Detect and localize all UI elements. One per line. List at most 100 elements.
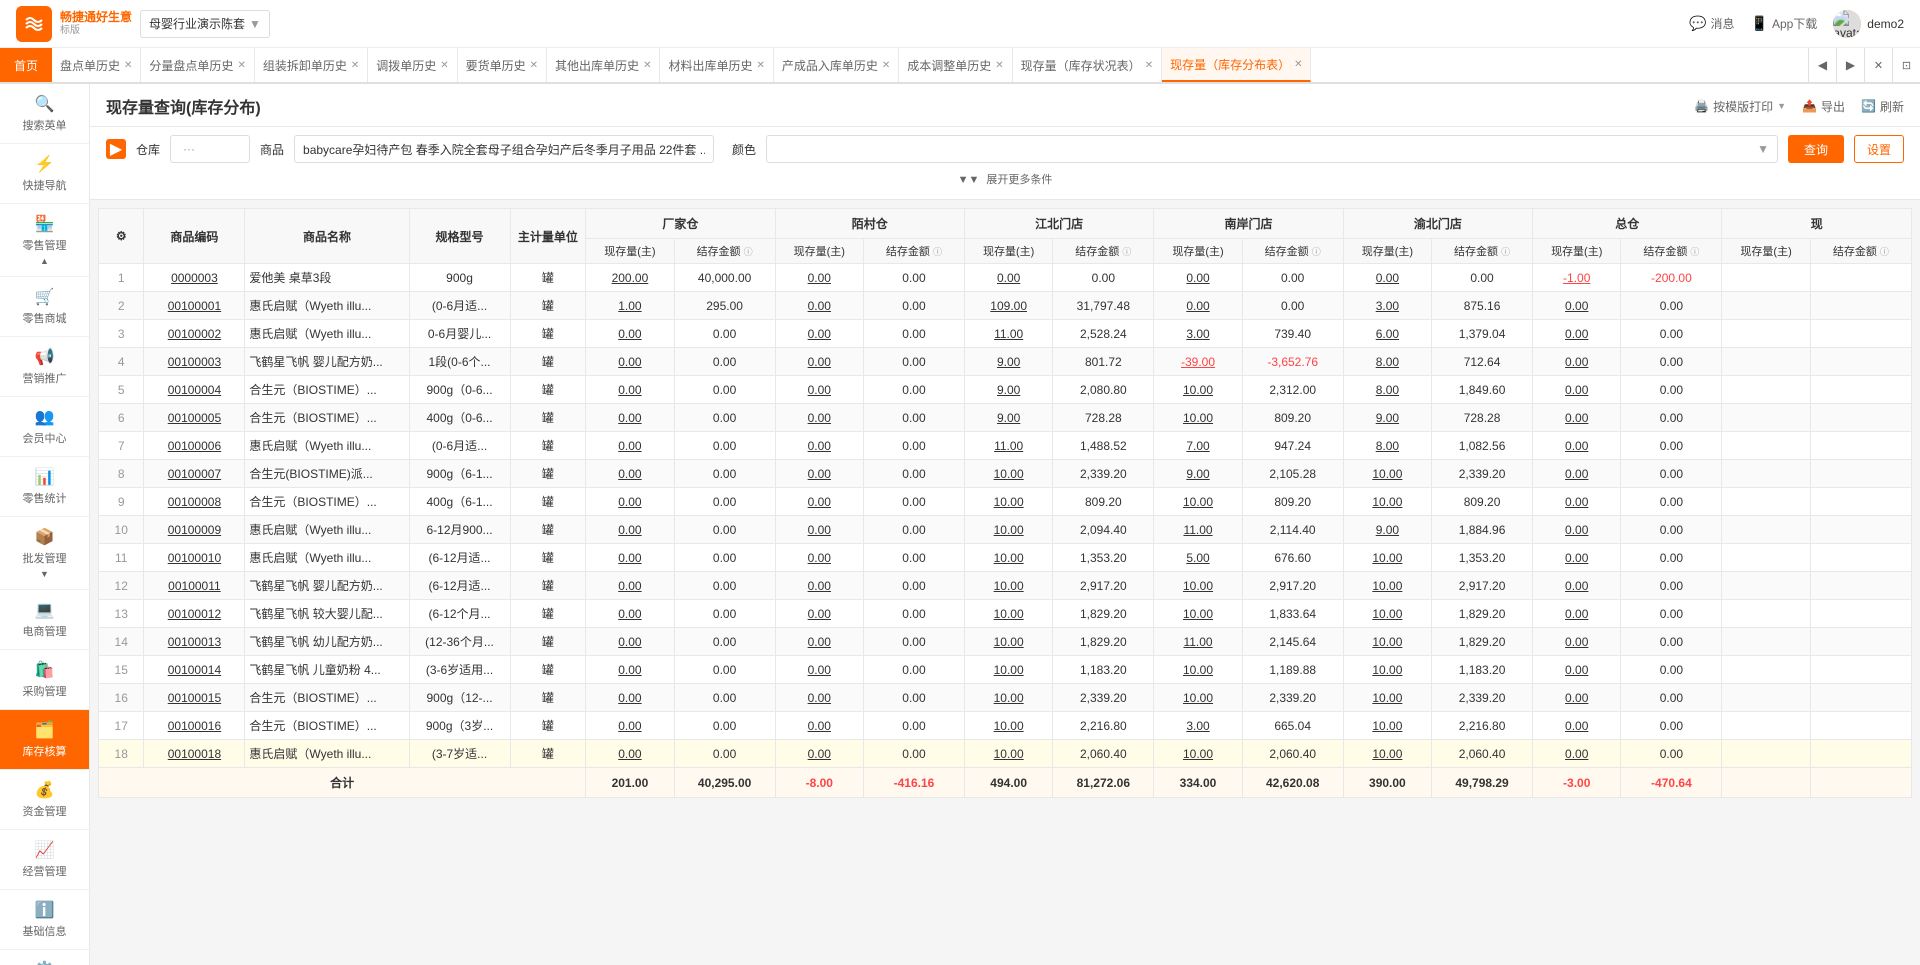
warehouse-select[interactable]: ··· xyxy=(170,135,250,163)
row-code[interactable]: 00100001 xyxy=(144,292,245,320)
tab-10-close[interactable]: ✕ xyxy=(1145,60,1153,71)
sidebar-item-basic[interactable]: ℹ️ 基础信息 xyxy=(0,890,89,950)
row-unit: 罐 xyxy=(510,516,586,544)
sidebar-item-retail[interactable]: 🏪 零售管理 ▲ xyxy=(0,204,89,277)
orange-collapse-arrow[interactable]: ▶ xyxy=(106,139,126,159)
row-code[interactable]: 00100011 xyxy=(144,572,245,600)
sidebar-item-marketing[interactable]: 📢 营销推广 xyxy=(0,337,89,397)
tab-1[interactable]: 盘点单历史 ✕ xyxy=(52,48,141,82)
row-code[interactable]: 00100009 xyxy=(144,516,245,544)
tab-9-close[interactable]: ✕ xyxy=(995,60,1003,71)
tab-1-close[interactable]: ✕ xyxy=(124,60,132,71)
tab-11-close[interactable]: ✕ xyxy=(1294,59,1302,70)
print-btn[interactable]: 🖨️ 按模版打印 ▼ xyxy=(1694,98,1786,115)
summary-jiangbeiAmt: 81,272.06 xyxy=(1053,768,1154,798)
sidebar-ops-label: 经营管理 xyxy=(23,863,67,879)
row-spec: 900g（0-6... xyxy=(409,376,510,404)
tab-next-arrow[interactable]: ▶ xyxy=(1836,48,1864,83)
row-code[interactable]: 00100003 xyxy=(144,348,245,376)
tab-7[interactable]: 材料出库单历史 ✕ xyxy=(660,48,773,82)
sidebar-item-wholesale[interactable]: 📦 批发管理 ▼ xyxy=(0,517,89,590)
row-code[interactable]: 00100004 xyxy=(144,376,245,404)
product-input[interactable] xyxy=(294,135,714,163)
user-area[interactable]: demo2 xyxy=(1833,10,1904,38)
row-code[interactable]: 00100018 xyxy=(144,740,245,768)
tab-8-close[interactable]: ✕ xyxy=(882,60,890,71)
row-code[interactable]: 00100010 xyxy=(144,544,245,572)
cell: 0.00 xyxy=(1343,264,1431,292)
message-btn[interactable]: 💬 消息 xyxy=(1689,15,1734,32)
sidebar-item-purchase[interactable]: 🛍️ 采购管理 xyxy=(0,650,89,710)
cell: 2,528.24 xyxy=(1053,320,1154,348)
cell: 801.72 xyxy=(1053,348,1154,376)
tab-home[interactable]: 首页 xyxy=(0,48,52,82)
app-download-btn[interactable]: 📱 App下载 xyxy=(1751,15,1818,32)
sidebar-item-stat[interactable]: 📊 零售统计 xyxy=(0,457,89,517)
tab-2-close[interactable]: ✕ xyxy=(237,60,245,71)
row-code[interactable]: 00100014 xyxy=(144,656,245,684)
tab-5-close[interactable]: ✕ xyxy=(530,60,538,71)
cell: 0.00 xyxy=(1533,292,1621,320)
row-code[interactable]: 00100007 xyxy=(144,460,245,488)
tab-7-close[interactable]: ✕ xyxy=(756,60,764,71)
tab-6[interactable]: 其他出库单历史 ✕ xyxy=(547,48,660,82)
row-code[interactable]: 00100008 xyxy=(144,488,245,516)
sidebar-item-finance[interactable]: 💰 资金管理 xyxy=(0,770,89,830)
cell: 728.28 xyxy=(1432,404,1533,432)
cell: 0.00 xyxy=(863,684,964,712)
row-code[interactable]: 00100012 xyxy=(144,600,245,628)
sidebar-item-system[interactable]: ⚙️ 系统管理 xyxy=(0,950,89,965)
sidebar-item-ops[interactable]: 📈 经营管理 xyxy=(0,830,89,890)
row-code[interactable]: 00100016 xyxy=(144,712,245,740)
tab-4-close[interactable]: ✕ xyxy=(440,60,448,71)
cell: 0.00 xyxy=(586,600,674,628)
tab-11[interactable]: 现存量（库存分布表） ✕ xyxy=(1162,48,1311,82)
cell: 10.00 xyxy=(1343,488,1431,516)
tab-8[interactable]: 产成品入库单历史 ✕ xyxy=(774,48,899,82)
cell: 0.00 xyxy=(586,628,674,656)
avatar xyxy=(1833,10,1861,38)
tab-3-close[interactable]: ✕ xyxy=(351,60,359,71)
tab-3[interactable]: 组装拆卸单历史 ✕ xyxy=(255,48,368,82)
cell: 0.00 xyxy=(674,404,775,432)
tab-9[interactable]: 成本调整单历史 ✕ xyxy=(899,48,1012,82)
expand-row[interactable]: ▼▼ 展开更多条件 xyxy=(106,167,1904,191)
color-select[interactable]: ▼ xyxy=(766,135,1778,163)
sidebar-item-mall[interactable]: 🛒 零售商城 xyxy=(0,277,89,337)
cell: 676.60 xyxy=(1242,544,1343,572)
row-name: 合生元（BIOSTIME）... xyxy=(245,488,409,516)
tab-10[interactable]: 现存量（库存状况表） ✕ xyxy=(1013,48,1162,82)
query-button[interactable]: 查询 xyxy=(1788,135,1844,163)
sidebar-item-nav[interactable]: ⚡ 快捷导航 xyxy=(0,144,89,204)
row-code[interactable]: 00100013 xyxy=(144,628,245,656)
cell: 8.00 xyxy=(1343,376,1431,404)
tab-2[interactable]: 分量盘点单历史 ✕ xyxy=(141,48,254,82)
setting-button[interactable]: 设置 xyxy=(1854,135,1904,163)
row-code[interactable]: 0000003 xyxy=(144,264,245,292)
row-code[interactable]: 00100006 xyxy=(144,432,245,460)
sidebar-item-search[interactable]: 🔍 搜索英单 xyxy=(0,84,89,144)
row-code[interactable]: 00100005 xyxy=(144,404,245,432)
export-btn[interactable]: 📤 导出 xyxy=(1802,98,1845,115)
tab-5[interactable]: 要货单历史 ✕ xyxy=(458,48,547,82)
sidebar-item-member[interactable]: 👥 会员中心 xyxy=(0,397,89,457)
cell-extra1 xyxy=(1722,376,1810,404)
cell: 0.00 xyxy=(1621,572,1722,600)
tab-close-all[interactable]: ✕ xyxy=(1864,48,1892,83)
cell: 1,833.64 xyxy=(1242,600,1343,628)
sidebar-item-ecommerce[interactable]: 💻 电商管理 xyxy=(0,590,89,650)
tab-4[interactable]: 调拨单历史 ✕ xyxy=(368,48,457,82)
sub-mucunCurr: 现存量(主) xyxy=(775,239,863,264)
col-name: 商品名称 xyxy=(245,209,409,264)
tab-expand[interactable]: ⊡ xyxy=(1892,48,1920,83)
row-code[interactable]: 00100002 xyxy=(144,320,245,348)
col-gear[interactable]: ⚙ xyxy=(99,209,144,264)
tab-6-close[interactable]: ✕ xyxy=(643,60,651,71)
sidebar-item-inventory[interactable]: 🗂️ 库存核算 xyxy=(0,710,89,770)
row-name: 合生元(BIOSTIME)派... xyxy=(245,460,409,488)
tab-prev-arrow[interactable]: ◀ xyxy=(1808,48,1836,83)
refresh-btn[interactable]: 🔄 刷新 xyxy=(1861,98,1904,115)
row-num: 4 xyxy=(99,348,144,376)
row-code[interactable]: 00100015 xyxy=(144,684,245,712)
cell: 0.00 xyxy=(775,684,863,712)
